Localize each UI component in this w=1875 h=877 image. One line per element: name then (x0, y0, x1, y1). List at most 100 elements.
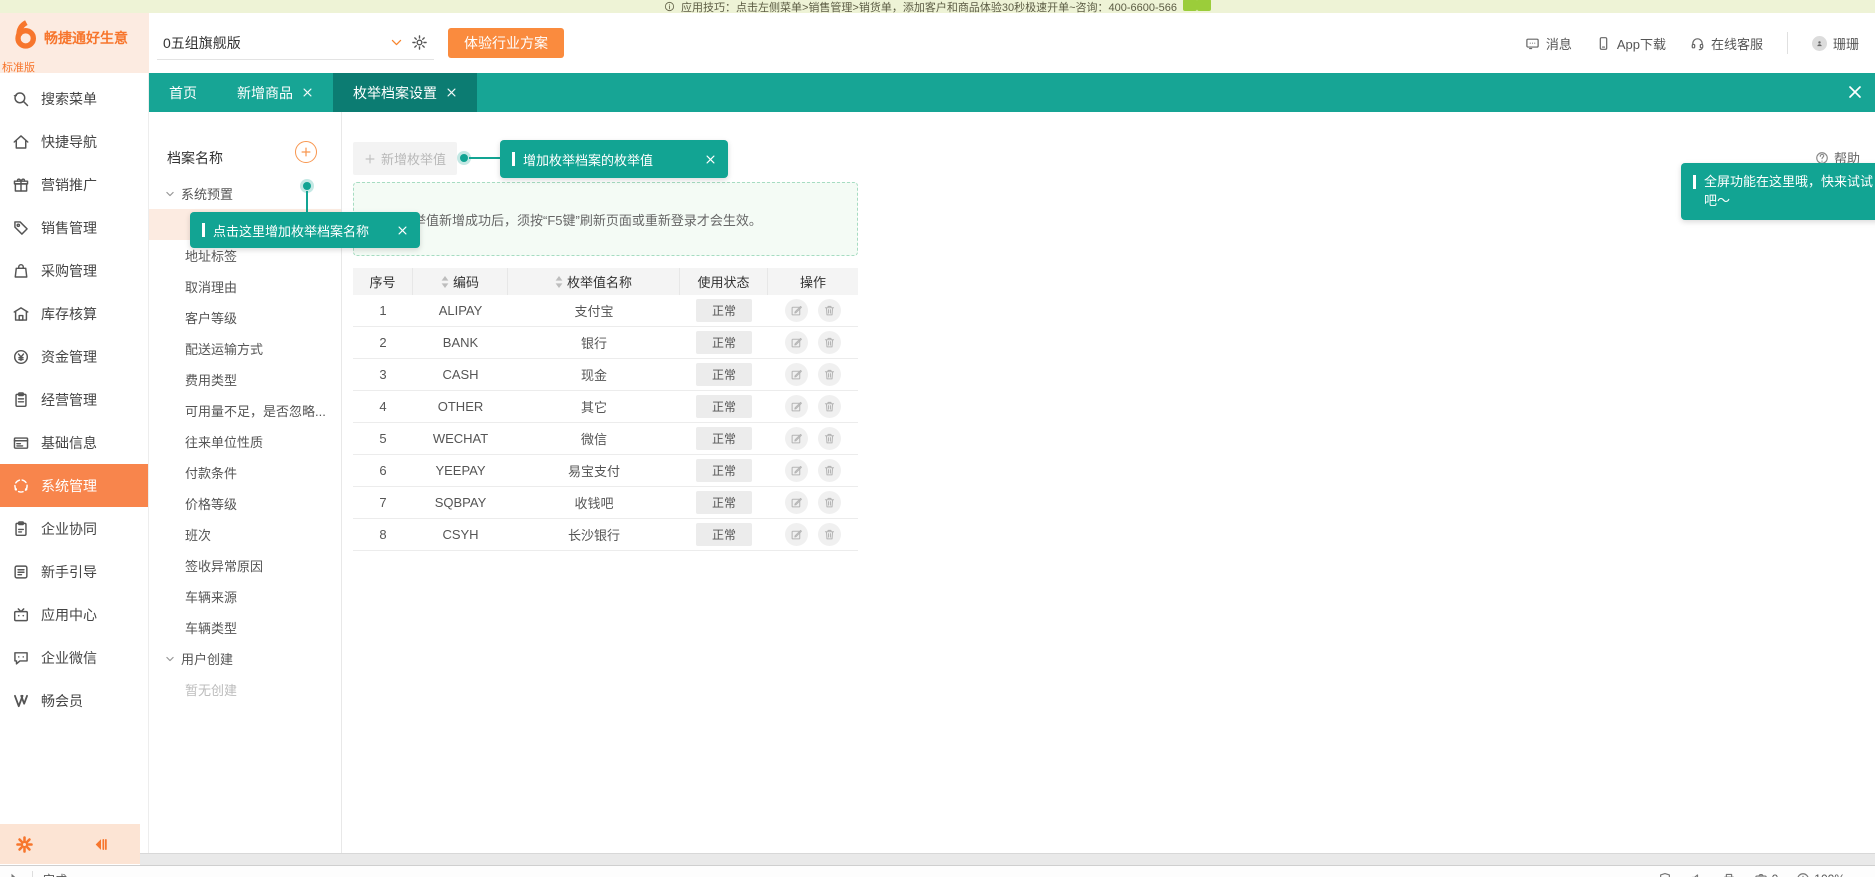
edit-button[interactable] (785, 523, 808, 546)
app-download-button[interactable]: App下载 (1596, 34, 1666, 53)
cell-actions (768, 359, 858, 390)
table-column-label: 序号 (369, 275, 396, 290)
tree-item[interactable]: 可用量不足，是否忽略... (149, 395, 341, 426)
tree-item[interactable]: 付款条件 (149, 457, 341, 488)
edit-button[interactable] (785, 427, 808, 450)
tree-item[interactable]: 客户等级 (149, 302, 341, 333)
notice-action-button[interactable] (1197, 0, 1211, 11)
edit-button[interactable] (785, 459, 808, 482)
tab-close-icon[interactable] (302, 87, 313, 98)
status-badge: 正常 (695, 523, 752, 546)
delete-button[interactable] (818, 395, 841, 418)
tooltip-close-icon[interactable] (397, 225, 408, 236)
tab-close-icon[interactable] (446, 87, 457, 98)
zoom-icon[interactable] (1796, 872, 1810, 877)
sidebar-item[interactable]: 经营管理 (0, 378, 148, 421)
cell-code: OTHER (437, 399, 484, 414)
horizontal-scrollbar[interactable] (140, 853, 1875, 865)
tree-item[interactable]: 车辆类型 (149, 612, 341, 643)
sidebar-item[interactable]: 库存核算 (0, 292, 148, 335)
delete-button[interactable] (818, 427, 841, 450)
tree-item-label: 客户等级 (185, 311, 238, 326)
sidebar-item-label: 企业协同 (41, 520, 97, 537)
edit-button[interactable] (785, 363, 808, 386)
industry-plan-button[interactable]: 体验行业方案 (448, 28, 564, 58)
tab-bar: 首页 新增商品 枚举档案设置 (149, 73, 1875, 112)
tree-item[interactable]: 取消理由 (149, 271, 341, 302)
tab[interactable]: 首页 (149, 73, 217, 112)
notice-action-button[interactable] (1183, 0, 1197, 11)
sidebar-item[interactable]: 营销推广 (0, 163, 148, 206)
delete-button[interactable] (818, 331, 841, 354)
sidebar-item[interactable]: 企业微信 (0, 636, 148, 679)
cell-actions (768, 487, 858, 518)
tree-item[interactable]: 费用类型 (149, 364, 341, 395)
tree-item[interactable]: 往来单位性质 (149, 426, 341, 457)
enum-table-header: 序号 编码 枚举值名称 使用状态 操作 (353, 268, 858, 295)
online-support-button[interactable]: 在线客服 (1690, 34, 1763, 53)
tree-item[interactable]: 价格等级 (149, 488, 341, 519)
delete-button[interactable] (818, 523, 841, 546)
shield-check-icon[interactable] (1658, 872, 1672, 877)
sidebar-item[interactable]: 采购管理 (0, 249, 148, 292)
tree-item[interactable]: 签收异常原因 (149, 550, 341, 581)
cell-no: 7 (379, 495, 387, 510)
archive-tree: 系统预置 地址标签 取消理由 客户等级 配送运输方式 费用类型 可用量不足，是否… (149, 178, 341, 705)
tab[interactable]: 枚举档案设置 (333, 73, 477, 112)
template-selector[interactable]: 0五组旗舰版 (157, 26, 434, 60)
tree-item-label: 往来单位性质 (185, 435, 264, 450)
camera-icon[interactable] (1754, 872, 1768, 877)
user-menu[interactable]: 珊珊 (1811, 34, 1859, 53)
settings-gear-icon[interactable] (16, 835, 33, 853)
edit-button[interactable] (785, 395, 808, 418)
add-enum-value-label: 新增枚举值 (380, 152, 446, 167)
status-badge: 正常 (695, 363, 752, 386)
sidebar-item[interactable]: 企业协同 (0, 507, 148, 550)
sidebar-item-label: 销售管理 (41, 219, 97, 236)
sidebar-item[interactable]: 搜索菜单 (0, 77, 148, 120)
delete-button[interactable] (818, 363, 841, 386)
tooltip-text: 全屏功能在这里哦，快来试试吧～ (1704, 174, 1874, 208)
cell-code: ALIPAY (438, 303, 483, 318)
sidebar-item[interactable]: 基础信息 (0, 421, 148, 464)
sidebar-item[interactable]: 销售管理 (0, 206, 148, 249)
chevron-down-icon[interactable] (390, 36, 403, 49)
tree-item[interactable]: 暂无创建 (149, 674, 341, 705)
edit-button[interactable] (785, 299, 808, 322)
sidebar-item-label: 营销推广 (41, 176, 97, 193)
cell-name: 长沙银行 (567, 528, 620, 543)
close-all-tabs-icon[interactable] (1847, 84, 1863, 100)
tooltip-close-icon[interactable] (705, 154, 716, 165)
sort-icon[interactable] (441, 275, 449, 288)
delete-button[interactable] (818, 459, 841, 482)
tab[interactable]: 新增商品 (217, 73, 333, 112)
sidebar-item[interactable]: 新手引导 (0, 550, 148, 593)
sidebar-item[interactable]: 快捷导航 (0, 120, 148, 163)
edit-button[interactable] (785, 491, 808, 514)
speaker-icon[interactable] (1690, 872, 1704, 877)
tree-item[interactable]: 配送运输方式 (149, 333, 341, 364)
sidebar-item[interactable]: 畅会员 (0, 679, 148, 722)
sidebar-item-label: 搜索菜单 (41, 90, 97, 107)
delete-button[interactable] (818, 299, 841, 322)
sidebar-item[interactable]: 应用中心 (0, 593, 148, 636)
sidebar-item[interactable]: 资金管理 (0, 335, 148, 378)
cell-name: 现金 (580, 368, 607, 383)
table-row: 1 ALIPAY 支付宝 正常 (353, 295, 858, 327)
tree-item[interactable]: 班次 (149, 519, 341, 550)
sort-icon[interactable] (555, 275, 563, 288)
edit-button[interactable] (785, 331, 808, 354)
collapse-sidebar-icon[interactable] (91, 836, 108, 853)
gear-icon[interactable] (411, 34, 428, 51)
messages-button[interactable]: 消息 (1525, 34, 1572, 53)
tree-item[interactable]: 车辆来源 (149, 581, 341, 612)
app-window: 应用技巧：点击左侧菜单>销售管理>销货单，添加客户和商品体验30秒极速开单~咨询… (0, 0, 1875, 877)
tooltip-add-archive-name: 点击这里增加枚举档案名称 (190, 212, 420, 248)
add-enum-value-button[interactable]: 新增枚举值 (353, 142, 457, 175)
printer-icon[interactable] (1722, 872, 1736, 877)
table-row: 6 YEEPAY 易宝支付 正常 (353, 455, 858, 487)
delete-button[interactable] (818, 491, 841, 514)
add-archive-button[interactable] (295, 141, 317, 163)
sidebar-item[interactable]: 系统管理 (0, 464, 148, 507)
tree-group-user[interactable]: 用户创建 (149, 643, 341, 674)
